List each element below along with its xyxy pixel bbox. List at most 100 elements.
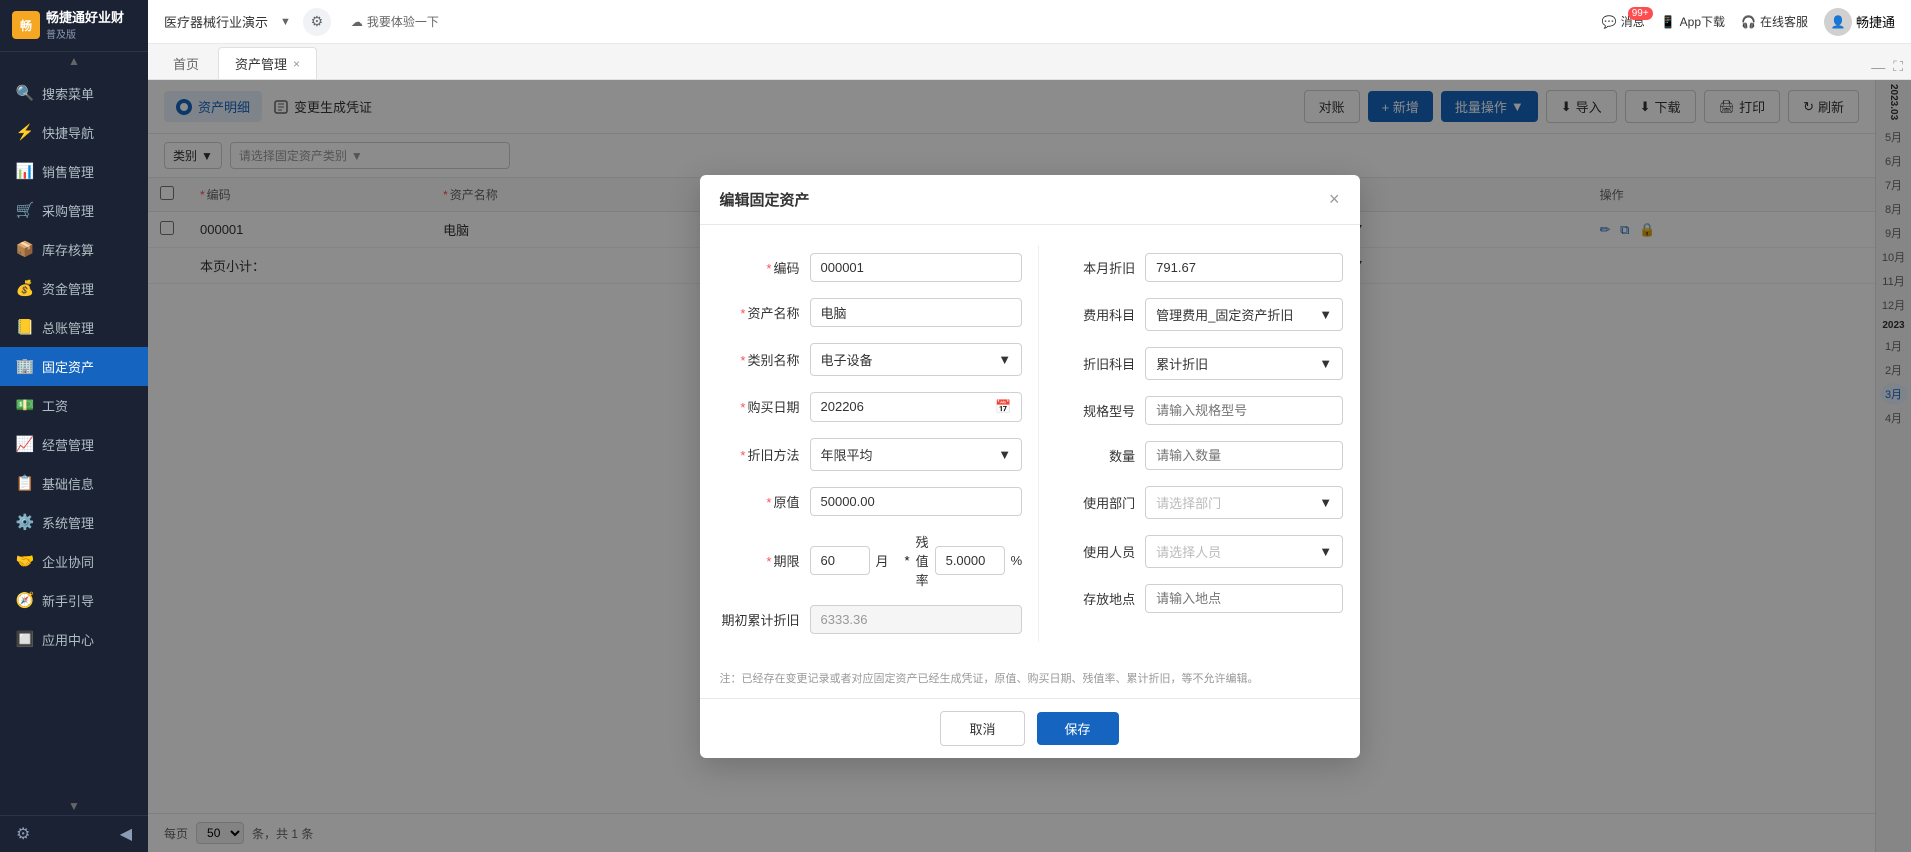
basic-icon: 📋 (16, 474, 34, 492)
cloud-icon: ☁ (351, 15, 363, 29)
sidebar-item-basic[interactable]: 📋 基础信息 (0, 464, 148, 503)
tab-home[interactable]: 首页 (156, 47, 216, 79)
category-label: *类别名称 (720, 350, 810, 369)
form-row-expense-subject: 费用科目 管理费用_固定资产折旧 ▼ (1055, 290, 1343, 339)
form-row-department: 使用部门 请选择部门 ▼ (1055, 478, 1343, 527)
collab-icon: 🤝 (16, 552, 34, 570)
department-dropdown-icon: ▼ (1319, 495, 1332, 510)
spec-model-input[interactable] (1145, 396, 1343, 425)
message-button[interactable]: 💬 消息 99+ (1602, 13, 1645, 30)
asset-name-input[interactable] (810, 298, 1023, 327)
sidebar-item-inventory[interactable]: 📦 库存核算 (0, 230, 148, 269)
spec-model-label: 规格型号 (1055, 401, 1145, 420)
form-row-opening-acc: 期初累计折旧 (720, 597, 1023, 642)
app-download-button[interactable]: 📱 App下载 (1661, 13, 1725, 30)
tab-close-icon[interactable]: × (293, 57, 300, 71)
sidebar-header: 畅 畅捷通好业财 普及版 (0, 0, 148, 52)
monthly-dep-input[interactable] (1145, 253, 1343, 282)
sales-icon: 📊 (16, 162, 34, 180)
period-inline: 月 * 残值率 % (810, 532, 1023, 589)
residual-input[interactable] (935, 546, 1005, 575)
sidebar-item-search[interactable]: 🔍 搜索菜单 (0, 74, 148, 113)
save-button[interactable]: 保存 (1037, 712, 1119, 745)
tabbar: 首页 资产管理 × — ⛶ (148, 44, 1911, 80)
modal-close-button[interactable]: × (1329, 189, 1340, 210)
dep-subject-select[interactable]: 累计折旧 ▼ (1145, 347, 1343, 380)
payroll-icon: 💵 (16, 396, 34, 414)
modal-header: 编辑固定资产 × (700, 175, 1360, 225)
sidebar-item-finance[interactable]: 💰 资金管理 (0, 269, 148, 308)
calendar-icon: 📅 (995, 399, 1011, 415)
modal-note: 注：已经存在变更记录或者对应固定资产已经生成凭证，原值、购买日期、残值率、累计折… (700, 662, 1360, 698)
scroll-down-icon: ▼ (68, 799, 80, 813)
online-service-button[interactable]: 🎧 在线客服 (1741, 13, 1808, 30)
sidebar-item-asset[interactable]: 🏢 固定资产 (0, 347, 148, 386)
topbar-dropdown-icon[interactable]: ▼ (280, 16, 291, 28)
code-input[interactable] (810, 253, 1023, 282)
topbar-title: 医疗器械行业演示 (164, 12, 268, 31)
sidebar-item-quick[interactable]: ⚡ 快捷导航 (0, 113, 148, 152)
app-name: 畅捷通好业财 (46, 10, 124, 26)
purchase-date-input[interactable]: 202206 📅 (810, 392, 1023, 422)
topbar-settings-button[interactable]: ⚙ (303, 8, 331, 36)
window-expand-icon[interactable]: ⛶ (1893, 58, 1903, 75)
dep-subject-dropdown-icon: ▼ (1319, 356, 1332, 371)
quantity-input[interactable] (1145, 441, 1343, 470)
dep-method-label: *折旧方法 (720, 445, 810, 464)
window-minimize-icon[interactable]: — (1871, 59, 1885, 75)
collapse-icon[interactable]: ◀ (120, 824, 132, 844)
dep-method-select[interactable]: 年限平均 ▼ (810, 438, 1023, 471)
original-value-label: *原值 (720, 492, 810, 511)
edit-asset-modal: 编辑固定资产 × *编码 (700, 175, 1360, 758)
app-edition: 普及版 (46, 26, 124, 41)
sidebar-bottom: ⚙ ◀ (0, 815, 148, 852)
sidebar-item-purchase[interactable]: 🛒 采购管理 (0, 191, 148, 230)
dep-method-dropdown-icon: ▼ (998, 447, 1011, 462)
location-input[interactable] (1145, 584, 1343, 613)
original-value-input[interactable] (810, 487, 1023, 516)
expense-subject-select[interactable]: 管理费用_固定资产折旧 ▼ (1145, 298, 1343, 331)
quantity-label: 数量 (1055, 446, 1145, 465)
sidebar-item-collab[interactable]: 🤝 企业协同 (0, 542, 148, 581)
topbar: 医疗器械行业演示 ▼ ⚙ ☁ 我要体验一下 💬 消息 99+ 📱 App下载 🎧… (148, 0, 1911, 44)
topbar-try-button[interactable]: ☁ 我要体验一下 (351, 13, 439, 30)
ledger-icon: 📒 (16, 318, 34, 336)
sidebar-item-operations[interactable]: 📈 经营管理 (0, 425, 148, 464)
logo-icon: 畅 (12, 11, 40, 39)
tab-asset-mgmt[interactable]: 资产管理 × (218, 47, 317, 79)
form-row-purchase-date: *购买日期 202206 📅 (720, 384, 1023, 430)
download-icon: 📱 (1661, 15, 1676, 29)
form-row-period: *期限 月 * 残值率 % (720, 524, 1023, 597)
sidebar-menu: 🔍 搜索菜单 ⚡ 快捷导航 📊 销售管理 🛒 采购管理 📦 库存核算 💰 资金管… (0, 70, 148, 797)
sidebar-item-system[interactable]: ⚙️ 系统管理 (0, 503, 148, 542)
category-dropdown-icon: ▼ (998, 352, 1011, 367)
code-label: *编码 (720, 258, 810, 277)
personnel-select[interactable]: 请选择人员 ▼ (1145, 535, 1343, 568)
expense-subject-dropdown-icon: ▼ (1319, 307, 1332, 322)
system-icon: ⚙️ (16, 513, 34, 531)
personnel-dropdown-icon: ▼ (1319, 544, 1332, 559)
category-select[interactable]: 电子设备 ▼ (810, 343, 1023, 376)
period-input[interactable] (810, 546, 870, 575)
form-row-asset-name: *资产名称 (720, 290, 1023, 335)
finance-icon: 💰 (16, 279, 34, 297)
service-icon: 🎧 (1741, 15, 1756, 29)
scroll-up-icon: ▲ (68, 54, 80, 68)
sidebar-item-sales[interactable]: 📊 销售管理 (0, 152, 148, 191)
form-row-code: *编码 (720, 245, 1023, 290)
department-select[interactable]: 请选择部门 ▼ (1145, 486, 1343, 519)
settings-icon[interactable]: ⚙ (16, 824, 30, 844)
inventory-icon: 📦 (16, 240, 34, 258)
form-row-location: 存放地点 (1055, 576, 1343, 621)
form-row-monthly-dep: 本月折旧 (1055, 245, 1343, 290)
form-row-personnel: 使用人员 请选择人员 ▼ (1055, 527, 1343, 576)
sidebar-item-payroll[interactable]: 💵 工资 (0, 386, 148, 425)
content-area: 资产明细 变更生成凭证 对账 + 新增 批量操作 ▼ (148, 80, 1911, 852)
asset-icon: 🏢 (16, 357, 34, 375)
user-menu-button[interactable]: 👤 畅捷通 (1824, 8, 1895, 36)
sidebar-item-ledger[interactable]: 📒 总账管理 (0, 308, 148, 347)
cancel-button[interactable]: 取消 (940, 711, 1024, 746)
sidebar-item-guide[interactable]: 🧭 新手引导 (0, 581, 148, 620)
sidebar-item-appstore[interactable]: 🔲 应用中心 (0, 620, 148, 659)
period-label: *期限 (720, 551, 810, 570)
